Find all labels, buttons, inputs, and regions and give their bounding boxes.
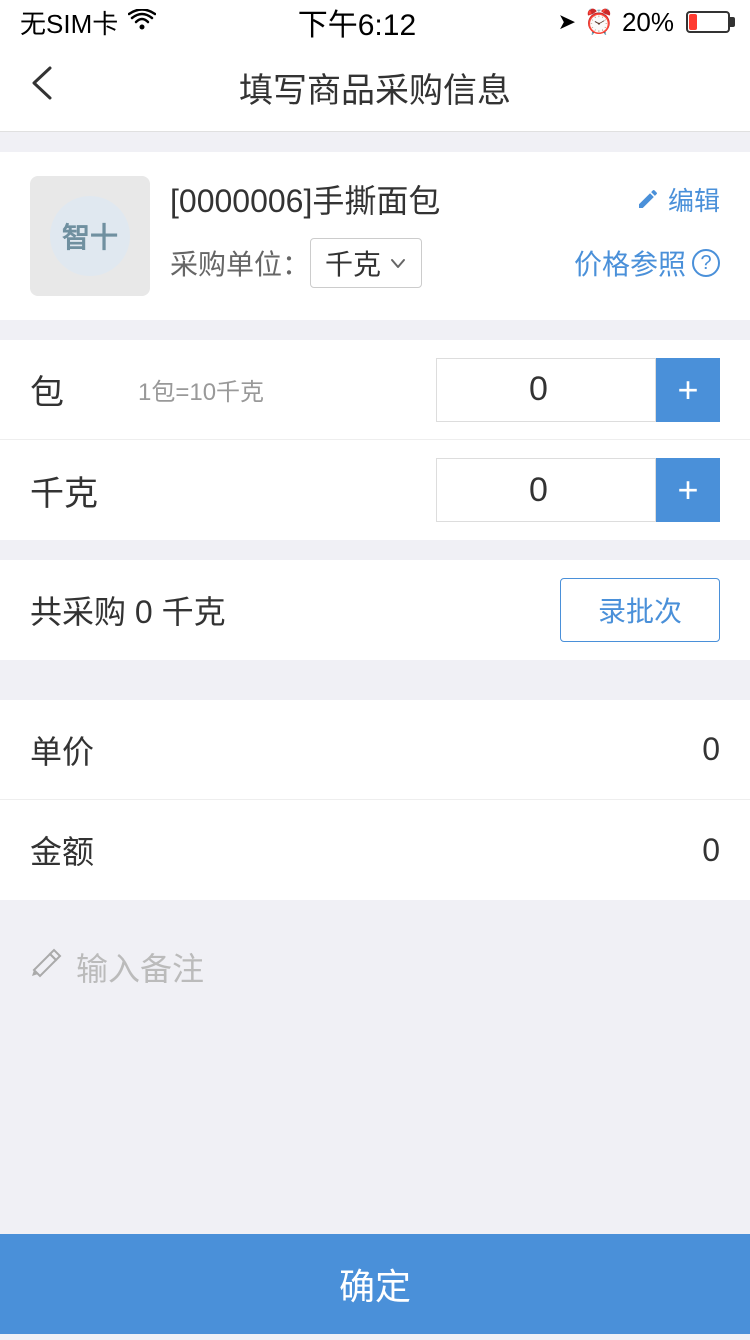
unit-label: 采购单位： — [170, 243, 310, 283]
amount-label: 金额 — [30, 827, 94, 873]
battery-percent: 20% — [622, 7, 674, 38]
pencil-icon — [30, 946, 62, 986]
unit-price-row: 单价 0 — [0, 700, 750, 800]
battery-icon — [686, 11, 730, 33]
edit-label: 编辑 — [668, 181, 720, 218]
amount-value: 0 — [702, 832, 720, 869]
input-section: 包 1包=10千克 + 千克 + — [0, 340, 750, 540]
batch-label: 录批次 — [598, 590, 682, 630]
total-section: 共采购 0 千克 录批次 — [0, 560, 750, 660]
status-bar: 无SIM卡 下午6:12 ➤ ⏰ 20% — [0, 0, 750, 44]
unit-price-label: 单价 — [30, 727, 94, 773]
product-image: 智十 — [30, 176, 150, 296]
unit-price-value: 0 — [702, 731, 720, 768]
nav-bar: 填写商品采购信息 — [0, 44, 750, 132]
kg-quantity-input[interactable] — [436, 458, 656, 522]
price-ref-button[interactable]: 价格参照 ? — [574, 243, 720, 283]
kg-input-row: 千克 + — [0, 440, 750, 540]
kg-label: 千克 — [30, 466, 130, 515]
divider-1 — [0, 320, 750, 340]
status-time: 下午6:12 — [298, 0, 416, 44]
product-name-row: [0000006]手撕面包 编辑 — [170, 176, 720, 222]
product-card: 智十 [0000006]手撕面包 编辑 采购单位： 千克 — [0, 152, 750, 320]
batch-button[interactable]: 录批次 — [560, 578, 720, 642]
confirm-text: 确定 — [339, 1258, 411, 1310]
wifi-icon — [128, 7, 156, 38]
unit-left: 采购单位： 千克 — [170, 238, 422, 288]
product-logo: 智十 — [50, 196, 130, 276]
divider-2 — [0, 660, 750, 680]
status-left: 无SIM卡 — [20, 4, 156, 41]
note-placeholder: 输入备注 — [76, 944, 204, 990]
page-title: 填写商品采购信息 — [239, 63, 511, 112]
unit-row: 采购单位： 千克 价格参照 ? — [170, 238, 720, 288]
amount-row: 金额 0 — [0, 800, 750, 900]
total-text: 共采购 0 千克 — [30, 587, 226, 633]
carrier-label: 无SIM卡 — [20, 4, 118, 41]
confirm-bar[interactable]: 确定 — [0, 1234, 750, 1334]
kg-input-right: + — [436, 458, 720, 522]
logo-text: 智十 — [62, 216, 118, 256]
unit-value: 千克 — [325, 243, 381, 283]
note-section[interactable]: 输入备注 — [0, 920, 750, 1220]
status-right: ➤ ⏰ 20% — [558, 7, 730, 38]
back-button[interactable] — [30, 64, 54, 111]
unit-select[interactable]: 千克 — [310, 238, 422, 288]
location-icon: ➤ — [558, 9, 576, 35]
kg-plus-button[interactable]: + — [656, 458, 720, 522]
bag-quantity-input[interactable] — [436, 358, 656, 422]
alarm-icon: ⏰ — [584, 8, 614, 37]
bag-label: 包 — [30, 365, 130, 414]
price-ref-label: 价格参照 — [574, 243, 686, 283]
product-name: [0000006]手撕面包 — [170, 176, 440, 222]
bag-plus-button[interactable]: + — [656, 358, 720, 422]
product-info: [0000006]手撕面包 编辑 采购单位： 千克 价格参照 — [170, 176, 720, 288]
bag-input-row: 包 1包=10千克 + — [0, 340, 750, 440]
edit-button[interactable]: 编辑 — [636, 181, 720, 218]
help-icon: ? — [692, 249, 720, 277]
info-section: 单价 0 金额 0 — [0, 700, 750, 900]
bag-input-right: + — [436, 358, 720, 422]
bag-sublabel: 1包=10千克 — [138, 372, 436, 407]
